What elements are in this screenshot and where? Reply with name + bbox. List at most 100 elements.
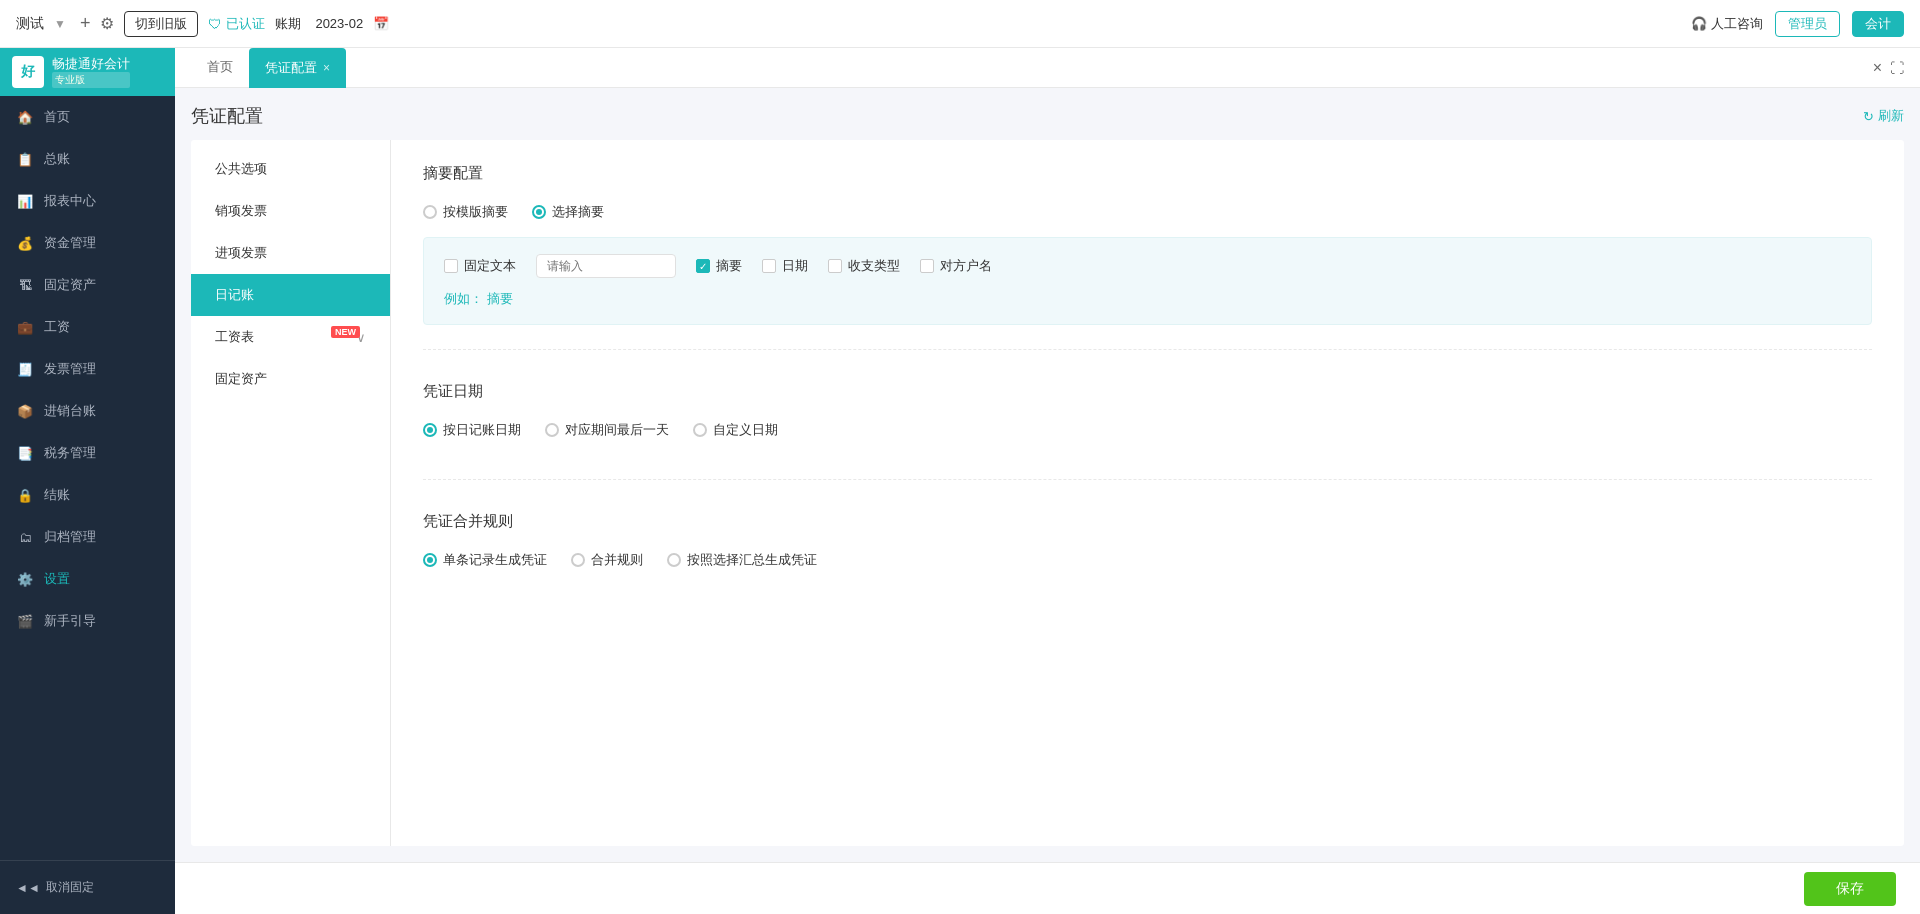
left-nav-journal[interactable]: 日记账 [191,274,390,316]
config-area: 摘要配置 按模版摘要 选择摘要 [391,140,1904,846]
report-icon: 📊 [16,192,34,210]
sidebar-item-fund[interactable]: 💰 资金管理 [0,222,175,264]
left-nav-purchase-label: 进项发票 [215,245,267,260]
refresh-icon: ↻ [1863,109,1874,124]
sidebar-item-ledger[interactable]: 📋 总账 [0,138,175,180]
sidebar-item-settings[interactable]: ⚙️ 设置 [0,558,175,600]
sidebar-item-report[interactable]: 📊 报表中心 [0,180,175,222]
close-window-button[interactable]: × [1873,59,1882,77]
checkbox-summary[interactable]: 摘要 [696,257,742,275]
sidebar-bottom: ◄◄ 取消固定 [0,860,175,914]
checkbox-fixed-text[interactable]: 固定文本 [444,257,516,275]
sidebar-item-label: 结账 [44,486,70,504]
new-badge: NEW [331,326,360,338]
sidebar-item-guide[interactable]: 🎬 新手引导 [0,600,175,642]
tab-close-icon[interactable]: × [323,61,330,75]
sidebar-item-trade[interactable]: 📦 进销台账 [0,390,175,432]
left-nav-sales[interactable]: 销项发票 [191,190,390,232]
accountant-button[interactable]: 会计 [1852,11,1904,37]
left-nav-payroll[interactable]: 工资表 NEW ∨ [191,316,390,358]
left-nav-purchase[interactable]: 进项发票 [191,232,390,274]
consult-button[interactable]: 🎧 人工咨询 [1691,15,1763,33]
period-last-circle [545,423,559,437]
gear-icon[interactable]: ⚙ [100,14,114,33]
sidebar-item-invoice[interactable]: 🧾 发票管理 [0,348,175,390]
salary-icon: 💼 [16,318,34,336]
summary-checkbox [696,259,710,273]
page-title: 凭证配置 [191,104,263,128]
fixed-text-input[interactable] [536,254,676,278]
radio-journal-date[interactable]: 按日记账日期 [423,421,521,439]
radio-merge-rule[interactable]: 合并规则 [571,551,643,569]
refresh-button[interactable]: ↻ 刷新 [1863,107,1904,125]
save-button[interactable]: 保存 [1804,872,1896,906]
sidebar: 好 畅捷通好会计 专业版 🏠 首页 📋 总账 📊 报表中心 💰 资金管理 [0,48,175,914]
sidebar-logo: 好 畅捷通好会计 专业版 [0,48,175,96]
tax-icon: 📑 [16,444,34,462]
radio-template-summary[interactable]: 按模版摘要 [423,203,508,221]
sidebar-item-archive[interactable]: 🗂 归档管理 [0,516,175,558]
inner-layout: 公共选项 销项发票 进项发票 日记账 工资表 NEW [191,140,1904,846]
left-nav-public-label: 公共选项 [215,161,267,176]
fullscreen-button[interactable]: ⛶ [1890,60,1904,76]
radio-custom-date[interactable]: 自定义日期 [693,421,778,439]
left-nav-fixed-assets[interactable]: 固定资产 [191,358,390,400]
logo-edition: 专业版 [52,72,130,88]
radio-period-last[interactable]: 对应期间最后一天 [545,421,669,439]
pin-icon: ◄◄ [16,881,40,895]
fund-icon: 💰 [16,234,34,252]
assets-icon: 🏗 [16,276,34,294]
summary-radio-group: 按模版摘要 选择摘要 [423,203,1872,221]
old-version-button[interactable]: 切到旧版 [124,11,198,37]
radio-summary-generate[interactable]: 按照选择汇总生成凭证 [667,551,817,569]
summary-generate-circle [667,553,681,567]
logo-icon: 好 [12,56,44,88]
invoice-icon: 🧾 [16,360,34,378]
sidebar-item-salary[interactable]: 💼 工资 [0,306,175,348]
radio-select-circle [532,205,546,219]
certified-badge: 🛡 已认证 [208,15,265,33]
logo-name: 畅捷通好会计 [52,56,130,72]
tab-home[interactable]: 首页 [191,48,249,88]
sidebar-item-label: 设置 [44,570,70,588]
sidebar-item-label: 归档管理 [44,528,96,546]
example-row: 例如： 摘要 [444,290,1851,308]
sidebar-item-label: 资金管理 [44,234,96,252]
merge-section: 凭证合并规则 单条记录生成凭证 合并规则 [423,512,1872,609]
counterpart-checkbox [920,259,934,273]
sidebar-item-tax[interactable]: 📑 税务管理 [0,432,175,474]
sidebar-item-label: 进销台账 [44,402,96,420]
trade-icon: 📦 [16,402,34,420]
left-nav-public[interactable]: 公共选项 [191,148,390,190]
summary-options-row: 固定文本 摘要 日期 [444,254,1851,278]
tab-voucher-config[interactable]: 凭证配置 × [249,48,346,88]
date-section: 凭证日期 按日记账日期 对应期间最后一天 [423,382,1872,480]
radio-single-record[interactable]: 单条记录生成凭证 [423,551,547,569]
fixed-text-checkbox [444,259,458,273]
left-nav-journal-label: 日记账 [215,287,254,302]
sidebar-item-assets[interactable]: 🏗 固定资产 [0,264,175,306]
period-label: 账期 [275,15,301,33]
sidebar-item-label: 发票管理 [44,360,96,378]
chevron-down-icon[interactable]: ▼ [54,17,66,31]
admin-button[interactable]: 管理员 [1775,11,1840,37]
radio-select-summary[interactable]: 选择摘要 [532,203,604,221]
sidebar-item-label: 税务管理 [44,444,96,462]
sidebar-item-label: 新手引导 [44,612,96,630]
closing-icon: 🔒 [16,486,34,504]
merge-rule-circle [571,553,585,567]
calendar-icon[interactable]: 📅 [373,16,389,31]
add-icon[interactable]: + [80,13,91,34]
logo-text-container: 畅捷通好会计 专业版 [52,56,130,88]
merge-section-title: 凭证合并规则 [423,512,1872,531]
top-header: 测试 ▼ + ⚙ 切到旧版 🛡 已认证 账期 2023-02 📅 🎧 人工咨询 … [0,0,1920,48]
sidebar-item-home[interactable]: 🏠 首页 [0,96,175,138]
checkbox-counterpart[interactable]: 对方户名 [920,257,992,275]
ledger-icon: 📋 [16,150,34,168]
period-value: 2023-02 [315,16,363,31]
sidebar-item-closing[interactable]: 🔒 结账 [0,474,175,516]
checkbox-income-type[interactable]: 收支类型 [828,257,900,275]
unpin-button[interactable]: ◄◄ 取消固定 [0,869,175,906]
merge-radio-group: 单条记录生成凭证 合并规则 按照选择汇总生成凭证 [423,551,1872,569]
checkbox-date[interactable]: 日期 [762,257,808,275]
